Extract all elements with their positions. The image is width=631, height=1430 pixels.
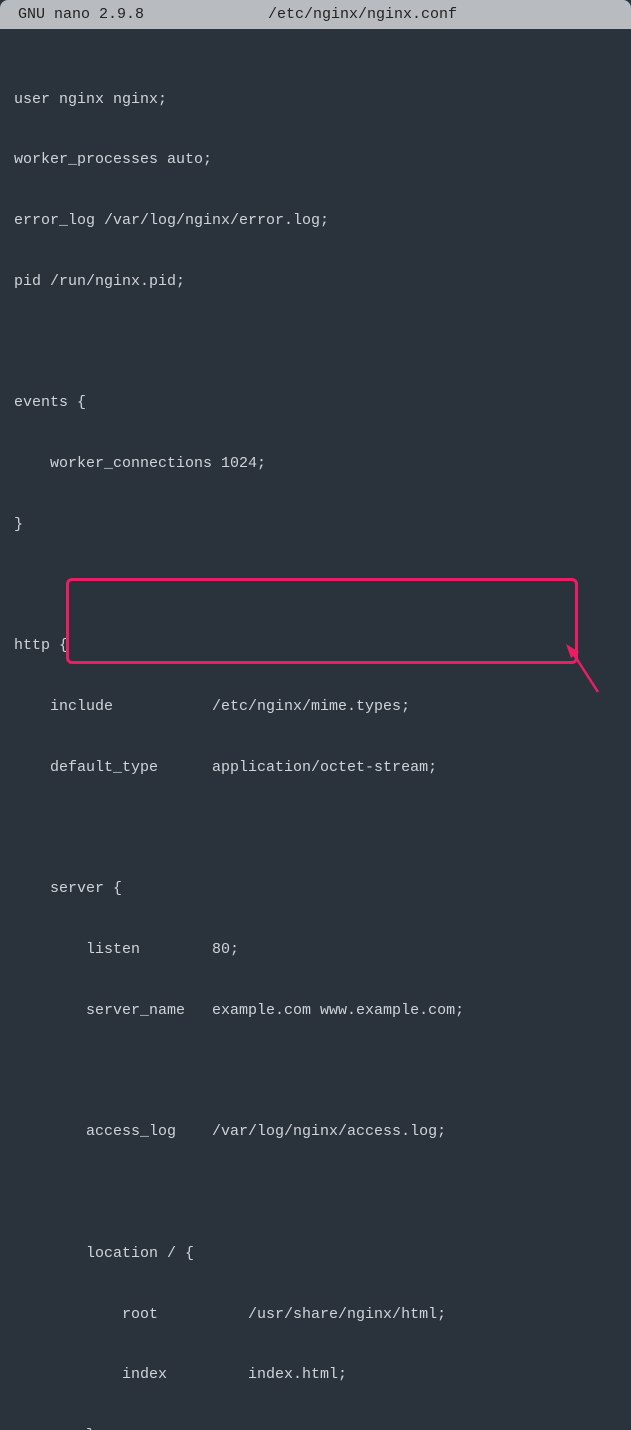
code-line: error_log /var/log/nginx/error.log; <box>14 211 617 231</box>
code-line: location / { <box>14 1244 617 1264</box>
app-version: 2.9.8 <box>99 6 144 23</box>
code-line: root /usr/share/nginx/html; <box>14 1305 617 1325</box>
code-line: pid /run/nginx.pid; <box>14 272 617 292</box>
code-line: access_log /var/log/nginx/access.log; <box>14 1122 617 1142</box>
code-line: listen 80; <box>14 940 617 960</box>
code-line: worker_processes auto; <box>14 150 617 170</box>
code-line: index index.html; <box>14 1365 617 1385</box>
code-line: include /etc/nginx/mime.types; <box>14 697 617 717</box>
code-line <box>14 576 617 596</box>
code-line: } <box>14 1426 617 1430</box>
code-line: default_type application/octet-stream; <box>14 758 617 778</box>
code-line: server { <box>14 879 617 899</box>
titlebar: GNU nano 2.9.8 /etc/nginx/nginx.conf <box>0 0 631 29</box>
code-line: server_name example.com www.example.com; <box>14 1001 617 1021</box>
code-line <box>14 1183 617 1203</box>
code-line: events { <box>14 393 617 413</box>
code-line: user nginx nginx; <box>14 90 617 110</box>
code-line: worker_connections 1024; <box>14 454 617 474</box>
code-line: } <box>14 515 617 535</box>
code-line <box>14 333 617 353</box>
editor-area[interactable]: user nginx nginx; worker_processes auto;… <box>0 29 631 1430</box>
code-line: http { <box>14 636 617 656</box>
file-path: /etc/nginx/nginx.conf <box>144 6 621 23</box>
app-name: GNU nano <box>18 6 90 23</box>
code-line <box>14 819 617 839</box>
code-line <box>14 1062 617 1082</box>
app-name-version: GNU nano 2.9.8 <box>10 6 144 23</box>
